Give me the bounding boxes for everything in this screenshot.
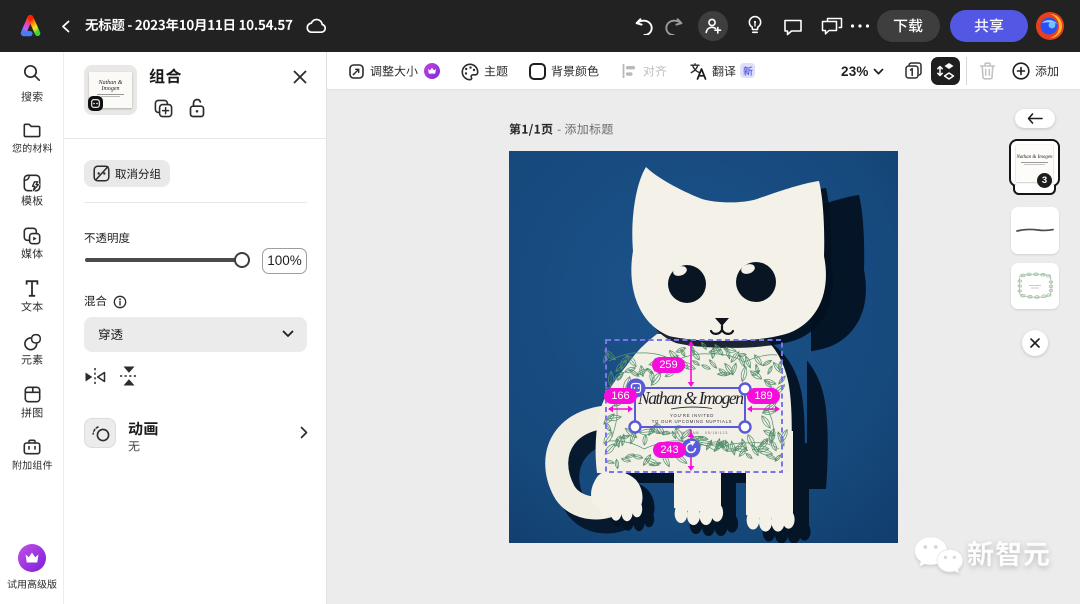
svg-text:TO OUR UPCOMING NUPTIALS: TO OUR UPCOMING NUPTIALS	[652, 419, 732, 424]
svg-text:Nathan & Imogen: Nathan & Imogen	[637, 388, 744, 408]
svg-text:YOU'RE INVITED: YOU'RE INVITED	[670, 413, 714, 418]
svg-text:VERSILLE % 11AM - 05/18/12: VERSILLE % 11AM - 05/18/123	[656, 431, 728, 435]
